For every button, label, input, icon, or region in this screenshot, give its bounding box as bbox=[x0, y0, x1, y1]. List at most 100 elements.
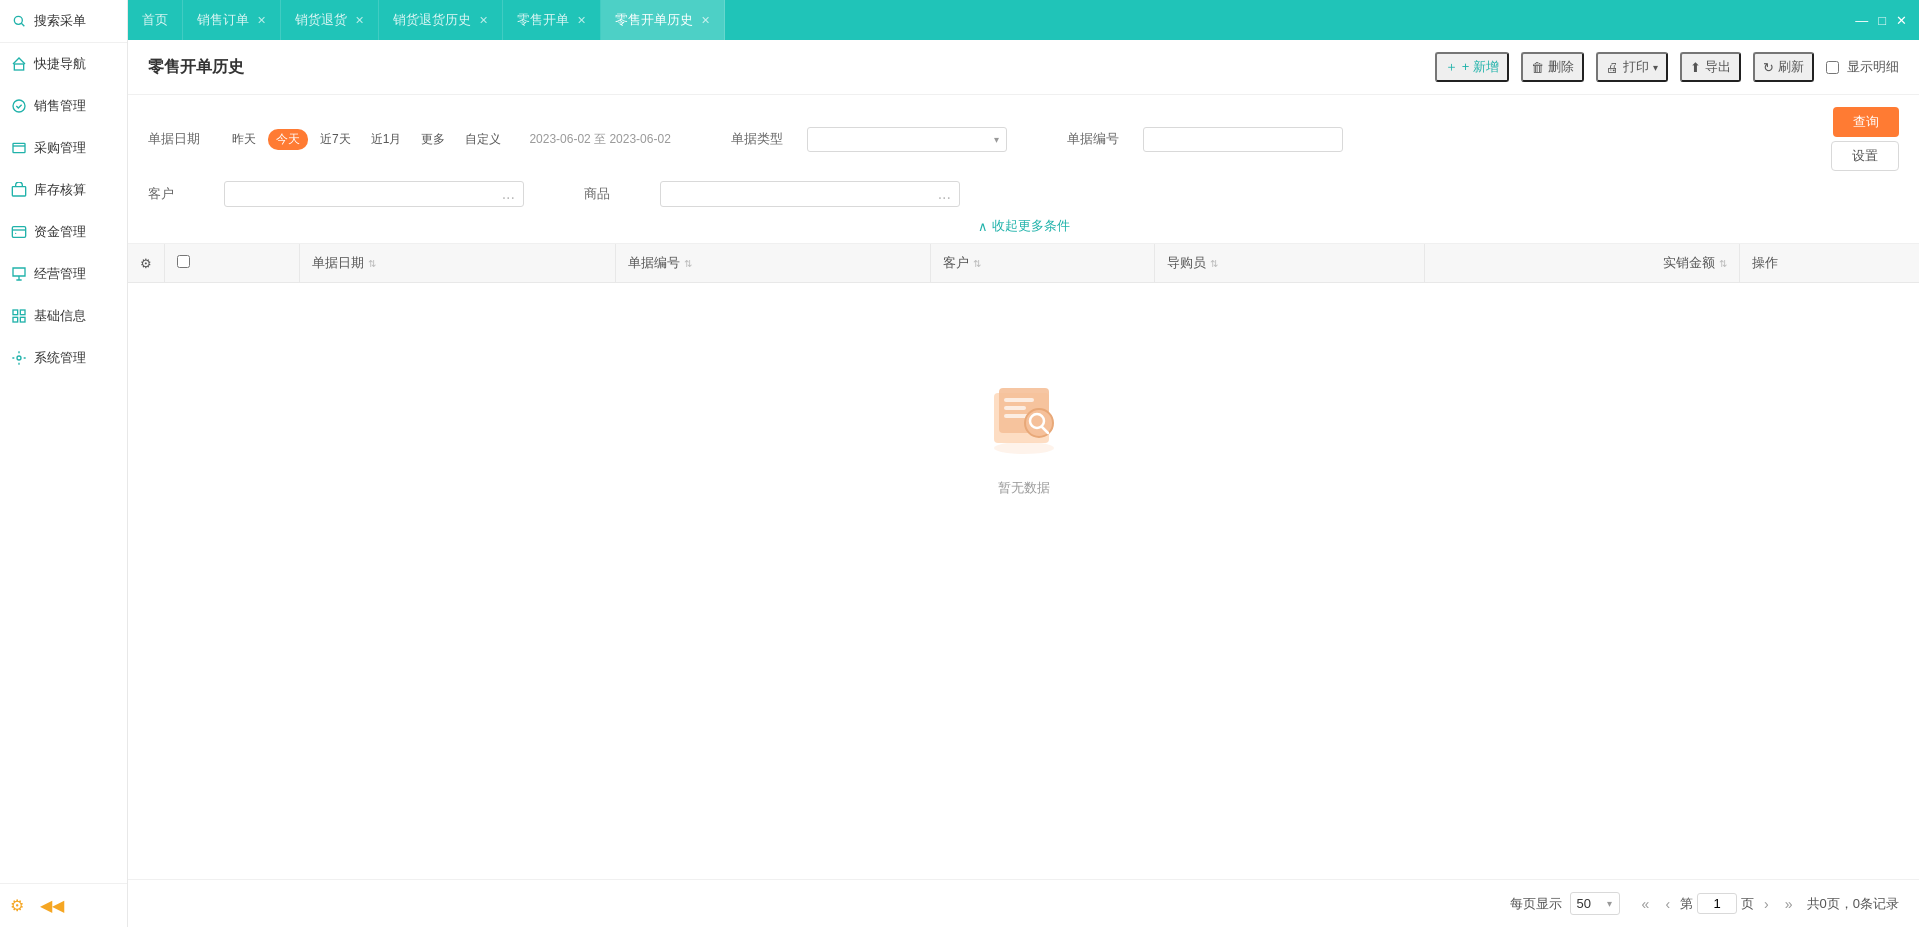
tab-sales-order[interactable]: 销售订单 ✕ bbox=[183, 0, 281, 40]
th-amount-sort[interactable]: 实销金额 ⇅ bbox=[1437, 254, 1728, 272]
sidebar-item-purchase-mgmt[interactable]: 采购管理 bbox=[0, 127, 127, 169]
svg-rect-5 bbox=[12, 187, 25, 196]
svg-rect-16 bbox=[1004, 398, 1034, 402]
th-salesperson-sort-icon: ⇅ bbox=[1210, 258, 1218, 269]
svg-rect-6 bbox=[12, 227, 25, 238]
collapse-sidebar-icon[interactable]: ◀◀ bbox=[40, 896, 64, 915]
export-icon: ⬆ bbox=[1690, 60, 1701, 75]
select-all-checkbox[interactable] bbox=[177, 255, 190, 268]
tab-retail-open-close[interactable]: ✕ bbox=[577, 14, 586, 27]
sidebar-item-sales-mgmt[interactable]: 销售管理 bbox=[0, 85, 127, 127]
tab-sales-return[interactable]: 销货退货 ✕ bbox=[281, 0, 379, 40]
print-icon: 🖨 bbox=[1606, 60, 1619, 75]
customer-input[interactable] bbox=[233, 187, 502, 202]
customer-label: 客户 bbox=[148, 185, 204, 203]
svg-line-1 bbox=[21, 23, 24, 26]
th-customer-sort[interactable]: 客户 ⇅ bbox=[943, 254, 1142, 272]
svg-point-0 bbox=[14, 16, 22, 24]
operations-icon bbox=[10, 265, 28, 283]
product-input[interactable] bbox=[669, 187, 938, 202]
search-icon bbox=[10, 12, 28, 30]
sidebar-label-purchase-mgmt: 采购管理 bbox=[34, 139, 86, 157]
date-btn-7days[interactable]: 近7天 bbox=[312, 129, 359, 150]
date-btn-1month[interactable]: 近1月 bbox=[363, 129, 410, 150]
show-detail-checkbox[interactable] bbox=[1826, 61, 1839, 74]
page-next-button[interactable]: › bbox=[1758, 894, 1775, 914]
settings-gear-icon[interactable]: ⚙ bbox=[10, 896, 24, 915]
sidebar-label-quick-nav: 快捷导航 bbox=[34, 55, 86, 73]
date-btn-today[interactable]: 今天 bbox=[268, 129, 308, 150]
bill-type-select[interactable] bbox=[807, 127, 1007, 152]
tab-sales-return-history-close[interactable]: ✕ bbox=[479, 14, 488, 27]
main-area: 首页 销售订单 ✕ 销货退货 ✕ 销货退货历史 ✕ 零售开单 ✕ 零售开单历史 … bbox=[128, 0, 1919, 927]
date-btn-more[interactable]: 更多 bbox=[413, 129, 453, 150]
close-button[interactable]: ✕ bbox=[1896, 13, 1907, 28]
page-of-label: 页 bbox=[1741, 895, 1754, 913]
delete-button[interactable]: 🗑 删除 bbox=[1521, 52, 1584, 82]
date-btn-yesterday[interactable]: 昨天 bbox=[224, 129, 264, 150]
svg-point-7 bbox=[15, 233, 16, 234]
refresh-button[interactable]: ↻ 刷新 bbox=[1753, 52, 1814, 82]
filter-row-2: 客户 ... 商品 ... bbox=[148, 181, 1899, 207]
th-salesperson: 导购员 ⇅ bbox=[1154, 244, 1424, 283]
basic-info-icon bbox=[10, 307, 28, 325]
sidebar-item-basic-info[interactable]: 基础信息 bbox=[0, 295, 127, 337]
product-dots[interactable]: ... bbox=[938, 185, 951, 203]
page-size-select[interactable]: 10 20 50 100 bbox=[1570, 892, 1620, 915]
print-label: 打印 bbox=[1623, 58, 1649, 76]
sidebar: 搜索采单 快捷导航 销售管理 采购管理 库存核算 资金管理 经营管理 bbox=[0, 0, 128, 927]
sidebar-item-operations[interactable]: 经营管理 bbox=[0, 253, 127, 295]
header-actions: ＋ + 新增 🗑 删除 🖨 打印 ▾ ⬆ 导出 ↻ bbox=[1435, 52, 1899, 82]
print-button[interactable]: 🖨 打印 ▾ bbox=[1596, 52, 1668, 82]
th-no-sort[interactable]: 单据编号 ⇅ bbox=[628, 254, 919, 272]
svg-rect-8 bbox=[13, 310, 18, 315]
th-action: 操作 bbox=[1740, 244, 1919, 283]
query-button[interactable]: 查询 bbox=[1833, 107, 1899, 137]
tab-sales-return-history[interactable]: 销货退货历史 ✕ bbox=[379, 0, 503, 40]
page-nav: « ‹ 第 页 › » bbox=[1636, 893, 1799, 914]
th-date-sort[interactable]: 单据日期 ⇅ bbox=[312, 254, 603, 272]
page-total: 共0页，0条记录 bbox=[1807, 895, 1899, 913]
th-no: 单据编号 ⇅ bbox=[615, 244, 931, 283]
th-settings-icon[interactable]: ⚙ bbox=[140, 256, 152, 271]
page-first-button[interactable]: « bbox=[1636, 894, 1656, 914]
page-current-label: 第 bbox=[1680, 895, 1693, 913]
page-prev-button[interactable]: ‹ bbox=[1659, 894, 1676, 914]
sidebar-item-quick-nav[interactable]: 快捷导航 bbox=[0, 43, 127, 85]
tab-retail-open-history-close[interactable]: ✕ bbox=[701, 14, 710, 27]
show-detail-checkbox-wrapper[interactable]: 显示明细 bbox=[1826, 58, 1899, 76]
sidebar-item-finance[interactable]: 资金管理 bbox=[0, 211, 127, 253]
maximize-button[interactable]: □ bbox=[1878, 13, 1886, 28]
customer-dots[interactable]: ... bbox=[502, 185, 515, 203]
sidebar-item-inventory[interactable]: 库存核算 bbox=[0, 169, 127, 211]
th-settings[interactable]: ⚙ bbox=[128, 244, 165, 283]
filter-settings-button[interactable]: 设置 bbox=[1831, 141, 1899, 171]
tab-retail-open[interactable]: 零售开单 ✕ bbox=[503, 0, 601, 40]
tab-retail-open-history-label: 零售开单历史 bbox=[615, 11, 693, 29]
th-no-label: 单据编号 bbox=[628, 254, 680, 272]
sidebar-search[interactable]: 搜索采单 bbox=[0, 0, 127, 43]
tab-sales-return-history-label: 销货退货历史 bbox=[393, 11, 471, 29]
tab-home[interactable]: 首页 bbox=[128, 0, 183, 40]
sidebar-item-sys-mgmt[interactable]: 系统管理 bbox=[0, 337, 127, 379]
add-button[interactable]: ＋ + 新增 bbox=[1435, 52, 1509, 82]
tab-sales-order-close[interactable]: ✕ bbox=[257, 14, 266, 27]
tab-sales-return-close[interactable]: ✕ bbox=[355, 14, 364, 27]
minimize-button[interactable]: — bbox=[1855, 13, 1868, 28]
sidebar-search-label: 搜索采单 bbox=[34, 12, 86, 30]
collapse-label: 收起更多条件 bbox=[992, 217, 1070, 235]
bill-no-label: 单据编号 bbox=[1067, 130, 1123, 148]
page-input[interactable] bbox=[1697, 893, 1737, 914]
sidebar-label-operations: 经营管理 bbox=[34, 265, 86, 283]
tab-retail-open-history[interactable]: 零售开单历史 ✕ bbox=[601, 0, 725, 40]
svg-point-12 bbox=[17, 356, 21, 360]
bill-no-input[interactable] bbox=[1143, 127, 1343, 152]
th-date-sort-icon: ⇅ bbox=[368, 258, 376, 269]
collapse-button[interactable]: ∧ 收起更多条件 bbox=[148, 217, 1899, 235]
tab-sales-return-label: 销货退货 bbox=[295, 11, 347, 29]
th-salesperson-sort[interactable]: 导购员 ⇅ bbox=[1167, 254, 1412, 272]
page-last-button[interactable]: » bbox=[1779, 894, 1799, 914]
tab-sales-order-label: 销售订单 bbox=[197, 11, 249, 29]
date-btn-custom[interactable]: 自定义 bbox=[457, 129, 509, 150]
export-button[interactable]: ⬆ 导出 bbox=[1680, 52, 1741, 82]
